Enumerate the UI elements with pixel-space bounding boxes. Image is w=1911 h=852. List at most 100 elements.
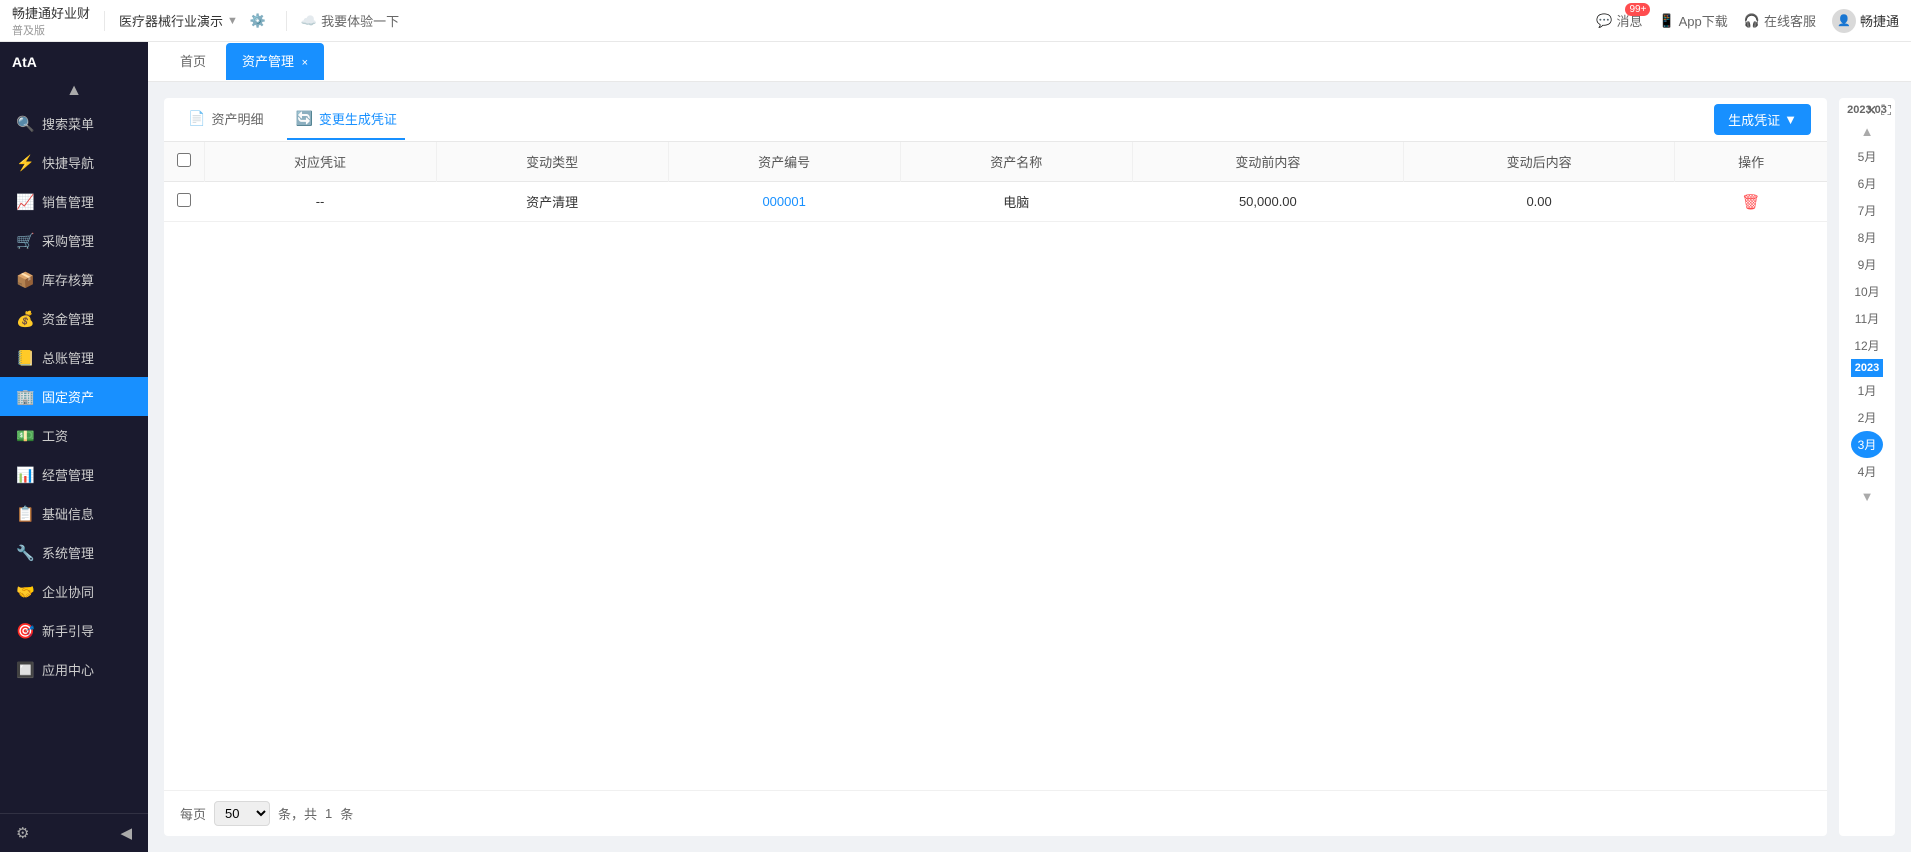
settings-icon[interactable]: ⚙ [16,824,29,842]
topbar-left: 畅捷通好业财 普及版 医疗器械行业演示 ▼ ⚙️ ☁️ 我要体验一下 [12,3,1588,38]
sub-tab-asset-detail[interactable]: 📄 资产明细 [180,99,271,140]
select-all-checkbox[interactable] [177,153,191,167]
per-page-label: 每页 [180,804,206,823]
row-checkbox[interactable] [177,193,191,207]
calendar-months-after: 1月2月3月4月 [1851,377,1883,485]
generate-voucher-button[interactable]: 生成凭证 ▼ [1714,104,1811,135]
tab-asset-mgmt[interactable]: 资产管理 × [226,43,324,80]
sub-tab-change-voucher[interactable]: 🔄 变更生成凭证 [287,99,404,140]
calendar-month-10月[interactable]: 10月 [1850,278,1883,305]
sidebar-item-label: 资金管理 [42,309,94,328]
calendar-month-12月[interactable]: 12月 [1850,332,1883,359]
sidebar-item-sales[interactable]: 📈销售管理 [0,182,148,221]
online-service-icon: 🎧 [1744,13,1760,29]
sidebar-item-label: 工资 [42,426,68,445]
tab-asset-mgmt-label: 资产管理 [242,54,294,69]
per-page-select[interactable]: 102050100 [214,801,270,826]
table-wrapper: 对应凭证 变动类型 资产编号 资产名称 变动前内容 变动后内容 操作 [164,142,1827,790]
sidebar-item-purchase[interactable]: 🛒 采购管理 [0,221,148,260]
logo-version: 普及版 [12,22,90,38]
th-voucher: 对应凭证 [204,142,436,182]
avatar-icon: 👤 [1837,14,1851,27]
calendar-month-6月[interactable]: 6月 [1850,170,1883,197]
sidebar-item-label: 经营管理 [42,465,94,484]
sidebar-bottom: ⚙ ◀ [0,813,148,852]
row-checkbox-cell [164,182,204,222]
sidebar-item-label: 库存核算 [42,270,94,289]
experience-icon: ☁️ [301,13,317,29]
th-asset-no: 资产编号 [668,142,900,182]
th-asset-name: 资产名称 [900,142,1132,182]
sidebar-item-label: 采购管理 [42,231,94,250]
topbar-divider2 [286,11,287,31]
app-center-icon: 🔲 [16,661,34,679]
app-download-button[interactable]: 📱 App下载 [1658,11,1727,30]
calendar-month-3月[interactable]: 3月 [1851,431,1883,458]
workspace-settings-button[interactable]: ⚙️ [244,7,272,35]
calendar-month-8月[interactable]: 8月 [1850,224,1883,251]
calendar-month-2月[interactable]: 2月 [1851,404,1883,431]
fixed-assets-icon: 🏢 [16,388,34,406]
table-header-row: 对应凭证 变动类型 资产编号 资产名称 变动前内容 变动后内容 操作 [164,142,1827,182]
purchase-icon: 🛒 [16,232,34,250]
message-button[interactable]: 💬 消息 99+ [1596,11,1642,30]
sidebar-item-label: 新手引导 [42,621,94,640]
sidebar-item-salary[interactable]: 💵工资 [0,416,148,455]
sidebar-item-label: 固定资产 [42,387,94,406]
inner-content: 📄 资产明细 🔄 变更生成凭证 生成凭证 ▼ [148,82,1911,852]
avatar: 👤 [1832,9,1856,33]
sidebar-item-funds[interactable]: 💰 资金管理 [0,299,148,338]
calendar-month-7月[interactable]: 7月 [1850,197,1883,224]
sidebar-item-ledger[interactable]: 📒总账管理 [0,338,148,377]
generate-voucher-arrow-icon: ▼ [1784,112,1797,127]
th-checkbox [164,142,204,182]
sidebar-item-label: 应用中心 [42,660,94,679]
topbar-divider [104,11,105,31]
tab-home[interactable]: 首页 [164,43,222,80]
sidebar-item-operations[interactable]: 📊经营管理 [0,455,148,494]
sidebar-item-system[interactable]: 🔧系统管理 [0,533,148,572]
calendar-close-icon[interactable]: ✕ [1865,102,1877,119]
delete-row-button[interactable]: 🗑 [1741,194,1760,211]
logo-area: 畅捷通好业财 普及版 [12,3,90,38]
basic-info-icon: 📋 [16,505,34,523]
row-after-change: 0.00 [1403,182,1674,222]
calendar-scroll-up-button[interactable]: ▲ [1839,120,1895,143]
calendar-month-5月[interactable]: 5月 [1850,143,1883,170]
funds-icon: 💰 [16,310,34,328]
workspace-selector[interactable]: 医疗器械行业演示 ▼ [119,11,238,30]
calendar-down-icon: ▼ [1861,489,1874,504]
calendar-scroll-down-button[interactable]: ▼ [1839,485,1895,508]
tab-close-icon[interactable]: × [302,57,308,69]
sidebar-item-label: 基础信息 [42,504,94,523]
inventory-icon: 📦 [16,271,34,289]
sidebar-item-corp-collab[interactable]: 🤝 企业协同 [0,572,148,611]
sidebar-item-inventory[interactable]: 📦 库存核算 [0,260,148,299]
calendar-month-4月[interactable]: 4月 [1851,458,1883,485]
corp-collab-icon: 🤝 [16,583,34,601]
calendar-month-1月[interactable]: 1月 [1851,377,1883,404]
collapse-icon[interactable]: ◀ [120,824,132,842]
sidebar-item-fixed-assets[interactable]: 🏢 固定资产 [0,377,148,416]
row-asset-name: 电脑 [900,182,1132,222]
row-change-type: 资产清理 [436,182,668,222]
calendar-month-9月[interactable]: 9月 [1850,251,1883,278]
sidebar-scroll-up-button[interactable]: ▲ [0,78,148,104]
username-label: 畅捷通 [1860,11,1899,30]
sidebar-item-search[interactable]: 🔍搜索菜单 [0,104,148,143]
calendar-months-before: 5月6月7月8月9月10月11月12月 [1850,143,1883,359]
user-menu[interactable]: 👤 畅捷通 [1832,9,1899,33]
sub-tab-actions: 生成凭证 ▼ [1714,104,1811,135]
calendar-expand-icon[interactable]: ⛶ [1881,102,1891,119]
calendar-up-icon: ▲ [1861,124,1874,139]
online-service-button[interactable]: 🎧 在线客服 [1744,11,1816,30]
sidebar-item-basic-info[interactable]: 📋 基础信息 [0,494,148,533]
sidebar-item-label: 系统管理 [42,543,94,562]
experience-button[interactable]: ☁️ 我要体验一下 [301,11,399,30]
sidebar-item-guide[interactable]: 🎯新手引导 [0,611,148,650]
calendar-month-11月[interactable]: 11月 [1850,305,1883,332]
sidebar-items-container: 🔍搜索菜单⚡快捷导航📈销售管理 🛒 采购管理 📦 库存核算 💰 资金管理 📒总账管理 🏢 固定资产… [0,104,148,689]
sidebar-item-quick-nav[interactable]: ⚡快捷导航 [0,143,148,182]
sidebar-item-label: 企业协同 [42,582,94,601]
sidebar-item-app-center[interactable]: 🔲 应用中心 [0,650,148,689]
